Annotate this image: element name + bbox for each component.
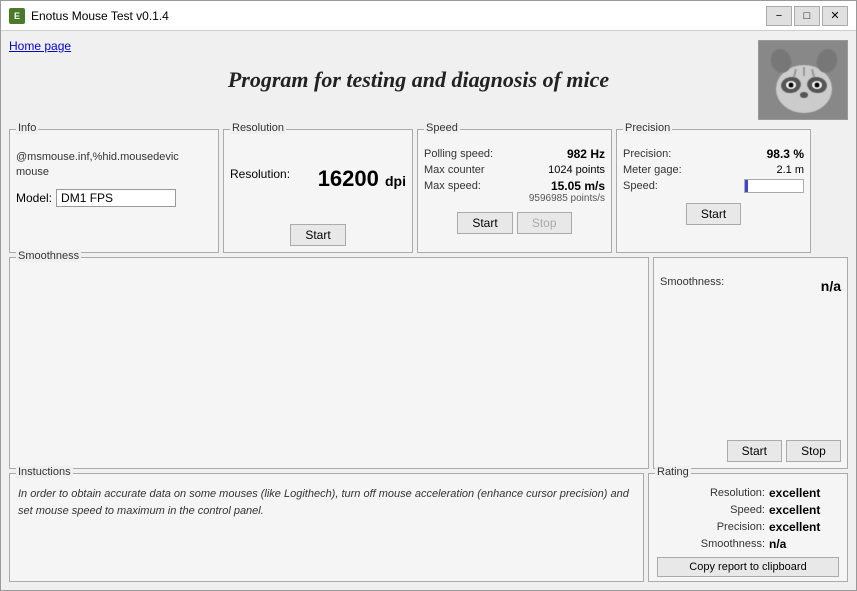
- polling-label: Polling speed:: [424, 148, 493, 160]
- raccoon-image: [758, 40, 848, 120]
- rating-resolution-value: excellent: [769, 486, 839, 500]
- max-counter-label: Max counter: [424, 164, 485, 176]
- rating-resolution-label: Resolution:: [710, 487, 765, 499]
- speed-panel: Speed Polling speed: 982 Hz Max counter …: [417, 129, 612, 253]
- max-speed-value: 15.05 m/s: [551, 179, 605, 193]
- rating-resolution-row: Resolution: excellent: [657, 486, 839, 500]
- info-panel: Info @msmouse.inf,%hid.mousedevic mouse …: [9, 129, 219, 253]
- points-per-sec: 9596985 points/s: [424, 193, 605, 204]
- meter-gage-value: 2.1 m: [776, 164, 804, 176]
- rating-precision-label: Precision:: [717, 521, 765, 533]
- middle-row: Smoothness Smoothness: n/a Start Stop: [9, 257, 848, 469]
- instructions-text: In order to obtain accurate data on some…: [18, 486, 635, 519]
- smoothness-label: Smoothness:: [660, 276, 724, 288]
- panels-row: Info @msmouse.inf,%hid.mousedevic mouse …: [9, 129, 848, 253]
- resolution-label: Resolution:: [230, 167, 290, 181]
- rating-speed-value: excellent: [769, 503, 839, 517]
- polling-value: 982 Hz: [567, 147, 605, 161]
- rating-precision-row: Precision: excellent: [657, 520, 839, 534]
- close-button[interactable]: ✕: [822, 6, 848, 26]
- precision-value: 98.3 %: [767, 147, 804, 161]
- speed-indicator-fill: [745, 180, 748, 192]
- resolution-panel: Resolution Resolution: 16200 dpi Start: [223, 129, 413, 253]
- meter-gage-label: Meter gage:: [623, 164, 682, 176]
- precision-panel: Precision Precision: 98.3 % Meter gage: …: [616, 129, 811, 253]
- speed-indicator: [744, 179, 804, 193]
- rating-title: Rating: [655, 466, 691, 478]
- window-controls: − □ ✕: [766, 6, 848, 26]
- header-row: Home page Program for testing and diagno…: [9, 35, 848, 125]
- window-title: Enotus Mouse Test v0.1.4: [31, 9, 766, 23]
- rating-precision-value: excellent: [769, 520, 839, 534]
- rating-smoothness-value: n/a: [769, 537, 839, 551]
- minimize-button[interactable]: −: [766, 6, 792, 26]
- model-label: Model:: [16, 191, 52, 205]
- info-panel-title: Info: [16, 122, 38, 134]
- precision-start-button[interactable]: Start: [686, 203, 741, 225]
- resolution-start-button[interactable]: Start: [290, 224, 345, 246]
- smoothness-right-panel: Smoothness: n/a Start Stop: [653, 257, 848, 469]
- smoothness-start-button[interactable]: Start: [727, 440, 782, 462]
- speed-stop-button[interactable]: Stop: [517, 212, 572, 234]
- model-row: Model:: [16, 189, 212, 207]
- copy-report-button[interactable]: Copy report to clipboard: [657, 557, 839, 577]
- rating-speed-label: Speed:: [730, 504, 765, 516]
- speed-start-button[interactable]: Start: [457, 212, 512, 234]
- model-input[interactable]: [56, 189, 176, 207]
- rating-panel: Rating Resolution: excellent Speed: exce…: [648, 473, 848, 582]
- precision-speed-label: Speed:: [623, 180, 658, 192]
- instructions-title: Instuctions: [16, 466, 73, 478]
- info-text: @msmouse.inf,%hid.mousedevic mouse: [16, 150, 212, 181]
- instructions-panel: Instuctions In order to obtain accurate …: [9, 473, 644, 582]
- maximize-button[interactable]: □: [794, 6, 820, 26]
- precision-panel-title: Precision: [623, 122, 672, 134]
- main-window: E Enotus Mouse Test v0.1.4 − □ ✕ Home pa…: [0, 0, 857, 591]
- smoothness-graph-panel: Smoothness: [9, 257, 649, 469]
- resolution-value: 16200 dpi: [318, 166, 406, 192]
- speed-panel-title: Speed: [424, 122, 460, 134]
- rating-speed-row: Speed: excellent: [657, 503, 839, 517]
- app-title: Program for testing and diagnosis of mic…: [79, 67, 758, 93]
- resolution-number: 16200: [318, 166, 379, 191]
- rating-smoothness-row: Smoothness: n/a: [657, 537, 839, 551]
- home-link[interactable]: Home page: [9, 35, 79, 53]
- max-speed-label: Max speed:: [424, 180, 481, 192]
- resolution-panel-title: Resolution: [230, 122, 286, 134]
- app-icon: E: [9, 8, 25, 24]
- resolution-unit: dpi: [385, 173, 406, 189]
- title-bar: E Enotus Mouse Test v0.1.4 − □ ✕: [1, 1, 856, 31]
- smoothness-left-title: Smoothness: [16, 250, 81, 262]
- precision-label: Precision:: [623, 148, 671, 160]
- main-content: Home page Program for testing and diagno…: [1, 31, 856, 590]
- smoothness-value: n/a: [821, 278, 841, 294]
- rating-smoothness-label: Smoothness:: [701, 538, 765, 550]
- smoothness-stop-button[interactable]: Stop: [786, 440, 841, 462]
- bottom-row: Instuctions In order to obtain accurate …: [9, 473, 848, 582]
- max-counter-value: 1024 points: [548, 164, 605, 176]
